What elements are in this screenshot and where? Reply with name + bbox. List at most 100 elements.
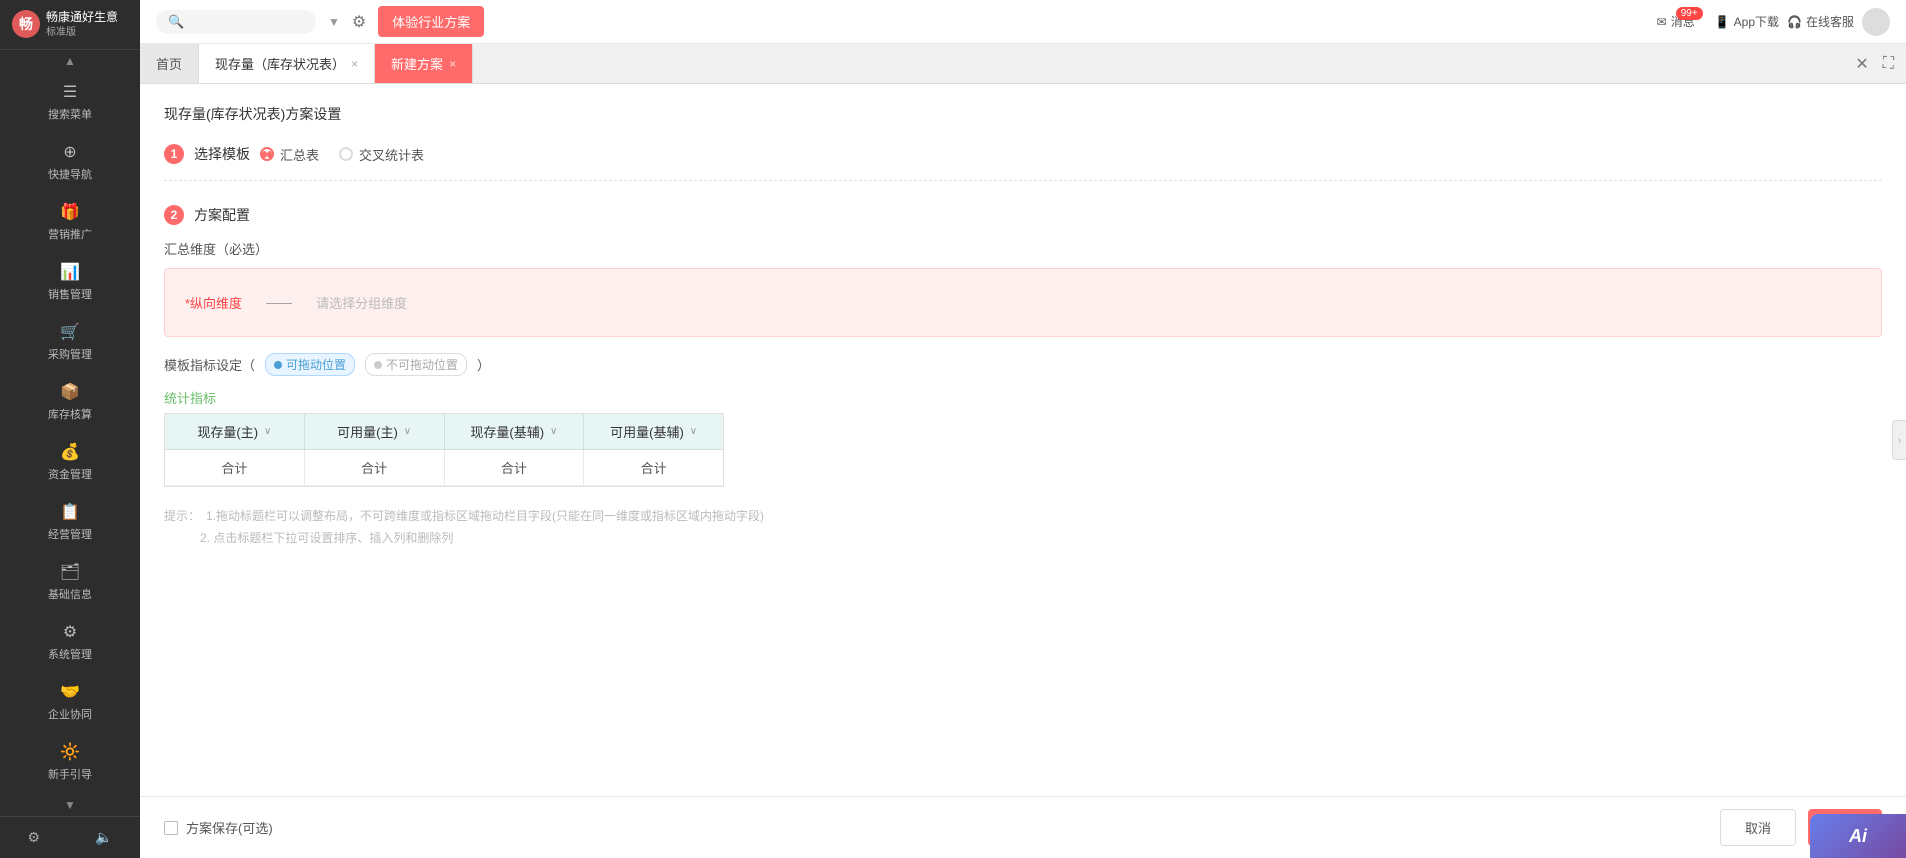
ai-float-button[interactable]: Ai xyxy=(1810,814,1906,858)
search-expand-icon[interactable]: ▼ xyxy=(328,15,340,29)
main-content: 现存量(库存状况表)方案设置 1 选择模板 汇总表 交叉统计表 xyxy=(140,84,1906,796)
finance-icon: 💰 xyxy=(60,442,80,462)
step1-section: 1 选择模板 汇总表 交叉统计表 xyxy=(164,144,1882,181)
sidebar-item-inventory[interactable]: 📦 库存核算 xyxy=(0,372,140,432)
col-chevron-3: ∨ xyxy=(690,426,697,437)
sidebar-item-corp-collab[interactable]: 🤝 企业协同 xyxy=(0,672,140,732)
new-guide-icon: 🔆 xyxy=(60,742,80,762)
radio-summary[interactable]: 汇总表 xyxy=(260,145,319,164)
search-icon: 🔍 xyxy=(168,14,184,30)
tab-close-inventory[interactable]: × xyxy=(351,58,358,70)
logo-text: 畅康通好生意 标准版 xyxy=(46,10,118,39)
marketing-icon: 🎁 xyxy=(60,202,80,222)
tab-inventory-status[interactable]: 现存量（库存状况表） × xyxy=(199,44,375,83)
toggle-not-draggable-dot xyxy=(374,361,382,369)
toggle-draggable-dot xyxy=(274,361,282,369)
stats-data-row: 合计 合计 合计 合计 xyxy=(165,450,723,486)
system-icon: ⚙ xyxy=(63,622,77,642)
toggle-draggable[interactable]: 可拖动位置 xyxy=(265,353,355,376)
dimension-required-label: *纵向维度 xyxy=(185,293,242,312)
sidebar-footer: ⚙ 🔈 xyxy=(0,816,140,858)
sidebar-item-quick-nav[interactable]: ⊕ 快捷导航 xyxy=(0,132,140,192)
sidebar-item-sales[interactable]: 📊 销售管理 xyxy=(0,252,140,312)
radio-cross[interactable]: 交叉统计表 xyxy=(339,145,424,164)
step2-section: 2 方案配置 汇总维度（必选） *纵向维度 —— 请选择分组维度 模板指标设定（ xyxy=(164,205,1882,549)
gear-icon[interactable]: ⚙ xyxy=(352,12,366,32)
stats-data-3: 合计 xyxy=(584,450,723,485)
save-option[interactable]: 方案保存(可选) xyxy=(164,818,273,837)
online-service-button[interactable]: 🎧 在线客服 xyxy=(1787,13,1854,30)
sidebar-item-system[interactable]: ⚙ 系统管理 xyxy=(0,612,140,672)
quick-nav-icon: ⊕ xyxy=(63,142,76,162)
radio-summary-circle xyxy=(260,147,274,161)
step1-badge: 1 xyxy=(164,144,184,164)
stats-col-header-1[interactable]: 可用量(主) ∨ xyxy=(305,414,445,449)
right-collapse-button[interactable]: › xyxy=(1892,420,1906,460)
user-avatar[interactable] xyxy=(1862,8,1890,36)
sound-footer-button[interactable]: 🔈 xyxy=(87,825,120,850)
logo-icon: 畅 xyxy=(12,10,40,38)
stats-table-wrapper: 统计指标 现存量(主) ∨ 可用量(主) ∨ xyxy=(164,388,1882,490)
search-box[interactable]: 🔍 xyxy=(156,10,316,34)
tab-close-new-scheme[interactable]: × xyxy=(449,58,456,70)
sidebar: 畅 畅康通好生意 标准版 ▲ ☰ 搜索菜单 ⊕ 快捷导航 🎁 营销推广 📊 销售… xyxy=(0,0,140,858)
sidebar-item-finance[interactable]: 💰 资金管理 xyxy=(0,432,140,492)
toggle-not-draggable[interactable]: 不可拖动位置 xyxy=(365,353,467,376)
step2-header: 2 方案配置 xyxy=(164,205,1882,225)
template-radio-group: 汇总表 交叉统计表 xyxy=(260,145,424,164)
tab-new-scheme[interactable]: 新建方案 × xyxy=(375,44,473,83)
sidebar-item-operations[interactable]: 📋 经营管理 xyxy=(0,492,140,552)
step2-badge: 2 xyxy=(164,205,184,225)
settings-footer-button[interactable]: ⚙ xyxy=(20,825,49,850)
service-icon: 🎧 xyxy=(1787,15,1802,29)
stats-col-header-0[interactable]: 现存量(主) ∨ xyxy=(165,414,305,449)
dimension-area[interactable]: *纵向维度 —— 请选择分组维度 xyxy=(164,268,1882,337)
tab-home[interactable]: 首页 xyxy=(140,44,199,83)
stats-data-0: 合计 xyxy=(165,450,305,485)
dimension-config: 汇总维度（必选） *纵向维度 —— 请选择分组维度 xyxy=(164,239,1882,337)
stats-data-2: 合计 xyxy=(445,450,585,485)
radio-cross-circle xyxy=(339,147,353,161)
tabbar: 首页 现存量（库存状况表） × 新建方案 × ✕ ⛶ xyxy=(140,44,1906,84)
main-area: 🔍 ▼ ⚙ 体验行业方案 ✉ 消息 99+ 📱 App下载 🎧 在线客服 xyxy=(140,0,1906,858)
step1-label: 选择模板 xyxy=(194,144,250,164)
page-title: 现存量(库存状况表)方案设置 xyxy=(164,104,1882,124)
download-icon: 📱 xyxy=(1715,15,1730,29)
tabbar-right-actions: ✕ ⛶ xyxy=(1851,50,1906,78)
sales-icon: 📊 xyxy=(60,262,80,282)
app-download-button[interactable]: 📱 App下载 xyxy=(1715,13,1779,30)
sidebar-scroll-down[interactable]: ▼ xyxy=(0,794,140,816)
industry-scheme-button[interactable]: 体验行业方案 xyxy=(378,6,484,37)
sidebar-item-basic-info[interactable]: 🗂 基础信息 xyxy=(0,552,140,612)
topbar: 🔍 ▼ ⚙ 体验行业方案 ✉ 消息 99+ 📱 App下载 🎧 在线客服 xyxy=(140,0,1906,44)
save-checkbox[interactable] xyxy=(164,821,178,835)
stats-col-header-3[interactable]: 可用量(基辅) ∨ xyxy=(584,414,723,449)
purchase-icon: 🛒 xyxy=(60,322,80,342)
stats-col-header-2[interactable]: 现存量(基辅) ∨ xyxy=(445,414,585,449)
inventory-icon: 📦 xyxy=(60,382,80,402)
sidebar-item-purchase[interactable]: 🛒 采购管理 xyxy=(0,312,140,372)
col-chevron-2: ∨ xyxy=(550,426,557,437)
sidebar-logo: 畅 畅康通好生意 标准版 xyxy=(0,0,140,50)
messages-button[interactable]: ✉ 消息 99+ xyxy=(1657,13,1695,30)
tab-fullscreen-button[interactable]: ⛶ xyxy=(1879,51,1898,77)
search-input[interactable] xyxy=(190,15,290,29)
sidebar-item-search-menu[interactable]: ☰ 搜索菜单 xyxy=(0,72,140,132)
indicator-settings: 模板指标设定（ 可拖动位置 不可拖动位置 ） 统计指标 xyxy=(164,353,1882,549)
cancel-button[interactable]: 取消 xyxy=(1720,809,1796,846)
col-chevron-0: ∨ xyxy=(264,426,271,437)
dimension-placeholder: 请选择分组维度 xyxy=(316,293,407,312)
tips-section: 提示： 1.拖动标题栏可以调整布局，不可跨维度或指标区域拖动栏目字段(只能在同一… xyxy=(164,506,1882,549)
sidebar-item-new-guide[interactable]: 🔆 新手引导 xyxy=(0,732,140,792)
stats-header-row: 现存量(主) ∨ 可用量(主) ∨ 现存量(基辅) ∨ xyxy=(165,414,723,450)
basic-info-icon: 🗂 xyxy=(60,562,80,582)
search-menu-icon: ☰ xyxy=(63,82,77,102)
tip-item-0: 提示： 1.拖动标题栏可以调整布局，不可跨维度或指标区域拖动栏目字段(只能在同一… xyxy=(164,506,1882,528)
sidebar-item-marketing[interactable]: 🎁 营销推广 xyxy=(0,192,140,252)
sidebar-scroll-up[interactable]: ▲ xyxy=(0,50,140,72)
bottom-bar: 方案保存(可选) 取消 查询 xyxy=(140,796,1906,858)
indicator-settings-label: 模板指标设定（ 可拖动位置 不可拖动位置 ） xyxy=(164,353,1882,376)
tab-close-all-button[interactable]: ✕ xyxy=(1851,50,1872,78)
stats-table: 现存量(主) ∨ 可用量(主) ∨ 现存量(基辅) ∨ xyxy=(164,413,724,487)
corp-collab-icon: 🤝 xyxy=(60,682,80,702)
